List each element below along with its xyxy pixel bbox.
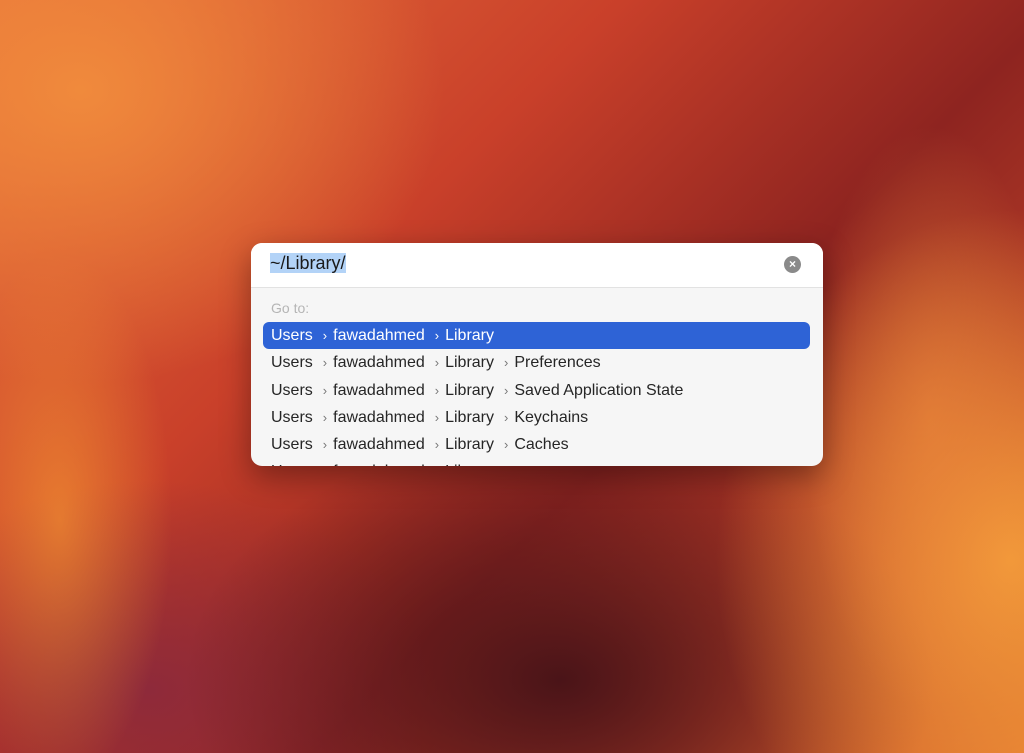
result-row[interactable]: Users › fawadahmed › Library [263,458,810,466]
chevron-right-icon: › [504,437,509,453]
path-component: Users [271,408,313,426]
path-component: Library [445,463,494,466]
chevron-right-icon: › [322,328,328,343]
path-component: Library [445,381,494,399]
go-to-folder-dialog: ~/Library/ × Go to: Users › fawadahmed › Lib… [251,243,823,466]
path-component: fawadahmed [333,381,425,399]
chevron-right-icon: › [504,382,509,398]
chevron-right-icon: › [322,409,328,425]
xmark-circle-icon: × [788,257,796,271]
chevron-right-icon: › [434,382,440,398]
path-component: Saved Application State [514,381,684,399]
chevron-right-icon: › [434,328,440,343]
path-component: Library [445,436,494,454]
chevron-right-icon: › [322,355,328,371]
path-component: fawadahmed [333,354,425,372]
chevron-right-icon: › [323,464,327,466]
path-component: fawadahmed [333,408,425,426]
path-component: fawadahmed [333,436,425,454]
path-component: Library [445,354,494,372]
result-row[interactable]: Users › fawadahmed › Library › Caches [263,431,810,458]
path-component: fawadahmed [333,327,425,344]
path-component: Preferences [514,354,601,372]
result-row[interactable]: Users › fawadahmed › Library › Saved Applicati… [263,377,810,404]
clear-button[interactable]: × [784,256,801,273]
path-field-area: ~/Library/ × [251,243,823,288]
path-component: Users [271,354,313,372]
path-component: Caches [514,436,569,454]
results-list: Users › fawadahmed › Library Users › fawadahmed… [263,322,810,466]
chevron-right-icon: › [435,464,439,466]
chevron-right-icon: › [322,437,328,453]
path-component: Users [271,463,313,466]
path-input[interactable]: ~/Library/ [270,253,346,274]
path-component: Users [271,436,313,454]
path-component: Users [271,381,313,399]
result-row[interactable]: Users › fawadahmed › Library [263,322,810,350]
path-component: Library [445,408,494,426]
chevron-right-icon: › [434,409,440,425]
goto-label: Go to: [271,300,310,316]
path-component: Users [271,327,313,344]
path-component: fawadahmed [333,463,425,466]
path-component: Library [445,327,494,344]
chevron-right-icon: › [322,382,328,398]
result-row[interactable]: Users › fawadahmed › Library › Keychains [263,404,810,431]
chevron-right-icon: › [434,355,440,371]
chevron-right-icon: › [504,409,509,425]
path-component: Keychains [514,408,589,426]
chevron-right-icon: › [434,437,440,453]
chevron-right-icon: › [504,355,509,371]
result-row[interactable]: Users › fawadahmed › Library › Preferences [263,349,810,376]
